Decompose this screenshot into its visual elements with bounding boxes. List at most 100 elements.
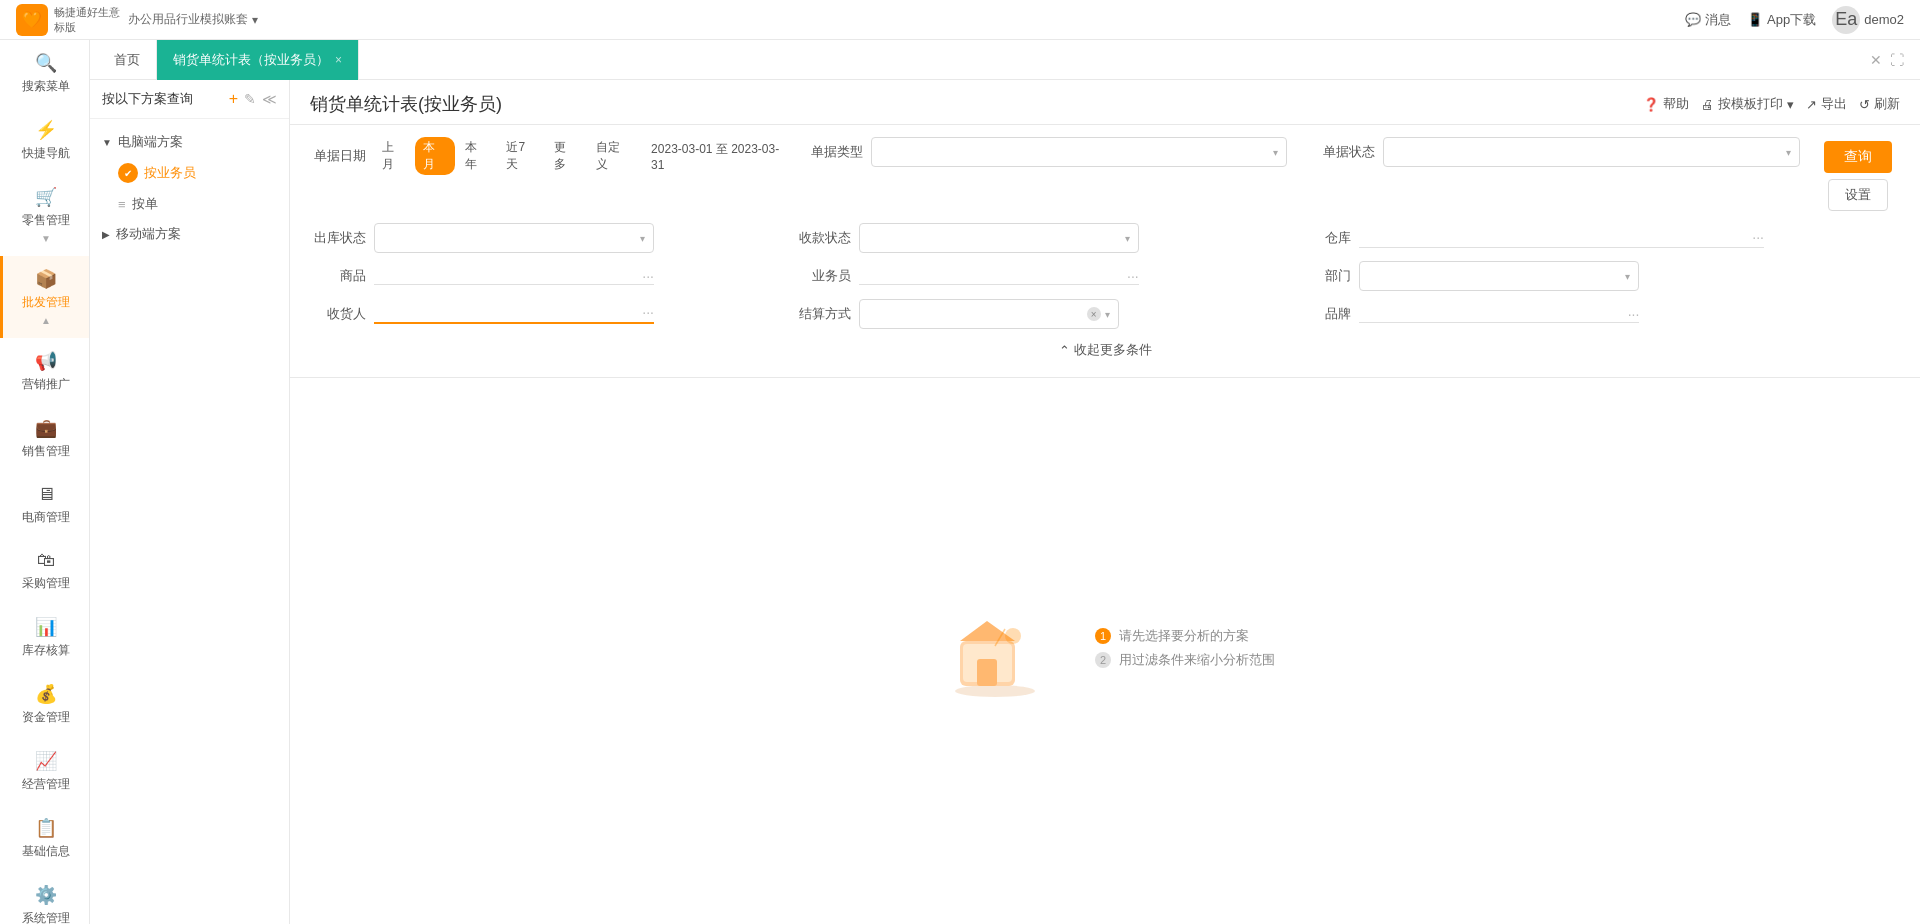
svg-point-0 xyxy=(955,685,1035,697)
scheme-by-order[interactable]: ≡ 按单 xyxy=(110,189,289,219)
doc-status-label: 单据状态 xyxy=(1319,143,1375,161)
sidebar-item-base-info[interactable]: 📋 基础信息 xyxy=(0,805,89,872)
quick-nav-icon: ⚡ xyxy=(35,119,57,141)
sidebar-item-search-menu[interactable]: 🔍 搜索菜单 xyxy=(0,40,89,107)
content-area: 按以下方案查询 + ✎ ≪ ▼ 电脑端方案 ✔ 按业 xyxy=(90,80,1920,924)
export-button[interactable]: ↗ 导出 xyxy=(1806,95,1847,113)
tree-children-desktop: ✔ 按业务员 ≡ 按单 xyxy=(90,157,289,219)
date-label: 单据日期 xyxy=(310,147,366,165)
sidebar-item-wholesale[interactable]: 📦 批发管理 ▲ xyxy=(0,256,89,338)
tree-node-mobile[interactable]: ▶ 移动端方案 xyxy=(90,219,289,249)
print-button[interactable]: 🖨 按模板打印 ▾ xyxy=(1701,95,1794,113)
payment-select[interactable]: × ▾ xyxy=(859,299,1119,329)
out-status-select[interactable]: ▾ xyxy=(374,223,654,253)
date-range: 2023-03-01 至 2023-03-31 xyxy=(651,141,791,172)
tab-close-icon[interactable]: × xyxy=(335,53,342,67)
refresh-icon: ↺ xyxy=(1859,97,1870,112)
print-icon: 🖨 xyxy=(1701,97,1714,112)
collapse-filter-button[interactable]: ⌃ 收起更多条件 xyxy=(1039,335,1172,365)
brand-dots[interactable]: ··· xyxy=(1628,306,1640,322)
scheme-panel-actions: + ✎ ≪ xyxy=(229,90,277,108)
tree-node-desktop[interactable]: ▼ 电脑端方案 xyxy=(90,127,289,157)
export-icon: ↗ xyxy=(1806,97,1817,112)
salesperson-dots[interactable]: ··· xyxy=(1127,268,1139,284)
doc-type-select[interactable]: ▾ xyxy=(871,137,1288,167)
top-bar: 🧡 畅捷通好生意 标版 办公用品行业模拟账套 ▾ 💬 消息 📱 App下载 Ea… xyxy=(0,0,1920,40)
scheme-badge: ✔ xyxy=(118,163,138,183)
warehouse-dots[interactable]: ··· xyxy=(1752,229,1764,245)
dept-chevron-icon: ▾ xyxy=(1625,271,1630,282)
payment-chevron-icon: ▾ xyxy=(1105,309,1110,320)
message-button[interactable]: 💬 消息 xyxy=(1685,11,1731,29)
system-icon: ⚙️ xyxy=(35,884,57,906)
scheme-tree: ▼ 电脑端方案 ✔ 按业务员 ≡ 按单 ▶ xyxy=(90,119,289,257)
logo-icon: 🧡 xyxy=(16,4,48,36)
app-download-button[interactable]: 📱 App下载 xyxy=(1747,11,1816,29)
payment-label: 结算方式 xyxy=(795,305,851,323)
scheme-panel: 按以下方案查询 + ✎ ≪ ▼ 电脑端方案 ✔ 按业 xyxy=(90,80,290,924)
top-bar-right: 💬 消息 📱 App下载 Ea demo2 xyxy=(1685,6,1904,34)
tab-bar: 首页 销货单统计表（按业务员） × ✕ ⛶ xyxy=(90,40,1920,80)
page-title: 销货单统计表(按业务员) xyxy=(310,92,502,116)
collapse-scheme-button[interactable]: ≪ xyxy=(262,91,277,107)
step1-num: 1 xyxy=(1095,628,1111,644)
sidebar-item-system[interactable]: ⚙️ 系统管理 xyxy=(0,872,89,924)
tab-current[interactable]: 销货单统计表（按业务员） × xyxy=(157,40,359,80)
sidebar-item-quick-nav[interactable]: ⚡ 快捷导航 xyxy=(0,107,89,174)
consignee-dots[interactable]: ··· xyxy=(642,304,654,320)
finance-icon: 💰 xyxy=(35,683,57,705)
payment-clear-icon[interactable]: × xyxy=(1087,307,1101,321)
marketing-icon: 📢 xyxy=(35,350,57,372)
settings-button[interactable]: 设置 xyxy=(1828,179,1888,211)
tab-home[interactable]: 首页 xyxy=(98,40,157,80)
empty-text: 1 请先选择要分析的方案 2 用过滤条件来缩小分析范围 xyxy=(1095,627,1275,675)
date-tab-this-year[interactable]: 本年 xyxy=(457,137,496,175)
scheme-by-salesperson[interactable]: ✔ 按业务员 xyxy=(110,157,289,189)
main-content: 销货单统计表(按业务员) ❓ 帮助 🖨 按模板打印 ▾ ↗ xyxy=(290,80,1920,924)
order-icon: ≡ xyxy=(118,197,126,212)
svg-rect-4 xyxy=(977,659,997,686)
collect-status-select[interactable]: ▾ xyxy=(859,223,1139,253)
doc-type-label: 单据类型 xyxy=(807,143,863,161)
filter-area: 单据日期 上月 本月 本年 近7天 更多 自定义 20 xyxy=(290,125,1920,378)
retail-icon: 🛒 xyxy=(35,186,57,208)
sidebar-item-finance[interactable]: 💰 资金管理 xyxy=(0,671,89,738)
goods-dots[interactable]: ··· xyxy=(642,268,654,284)
date-tab-last-month[interactable]: 上月 xyxy=(374,137,413,175)
date-tab-this-month[interactable]: 本月 xyxy=(415,137,454,175)
sidebar-item-sales[interactable]: 💼 销售管理 xyxy=(0,405,89,472)
salesperson-label: 业务员 xyxy=(795,267,851,285)
dept-select[interactable]: ▾ xyxy=(1359,261,1639,291)
date-tab-more[interactable]: 更多 xyxy=(546,137,585,175)
refresh-button[interactable]: ↺ 刷新 xyxy=(1859,95,1900,113)
query-button[interactable]: 查询 xyxy=(1824,141,1892,173)
maximize-icon[interactable]: ⛶ xyxy=(1890,52,1904,68)
sidebar-item-ecommerce[interactable]: 🖥 电商管理 xyxy=(0,472,89,538)
date-tab-7days[interactable]: 近7天 xyxy=(498,137,544,175)
account-dropdown[interactable]: 办公用品行业模拟账套 ▾ xyxy=(128,11,258,28)
download-icon: 📱 xyxy=(1747,12,1763,27)
message-icon: 💬 xyxy=(1685,12,1701,27)
main-layout: 🔍 搜索菜单 ⚡ 快捷导航 🛒 零售管理 ▼ 📦 批发管理 ▲ 📢 营销推广 💼… xyxy=(0,40,1920,924)
chevron-down-icon: ▾ xyxy=(1273,147,1278,158)
doc-status-select[interactable]: ▾ xyxy=(1383,137,1800,167)
dept-label: 部门 xyxy=(1295,267,1351,285)
help-button[interactable]: ❓ 帮助 xyxy=(1643,95,1689,113)
sidebar: 🔍 搜索菜单 ⚡ 快捷导航 🛒 零售管理 ▼ 📦 批发管理 ▲ 📢 营销推广 💼… xyxy=(0,40,90,924)
sidebar-item-retail[interactable]: 🛒 零售管理 ▼ xyxy=(0,174,89,256)
logo-area: 🧡 畅捷通好生意 标版 xyxy=(16,4,120,36)
scheme-panel-header: 按以下方案查询 + ✎ ≪ xyxy=(90,80,289,119)
sidebar-item-inventory[interactable]: 📊 库存核算 xyxy=(0,604,89,671)
user-menu[interactable]: Ea demo2 xyxy=(1832,6,1904,34)
sidebar-item-marketing[interactable]: 📢 营销推广 xyxy=(0,338,89,405)
sidebar-item-purchase[interactable]: 🛍 采购管理 xyxy=(0,538,89,604)
page-header: 销货单统计表(按业务员) ❓ 帮助 🖨 按模板打印 ▾ ↗ xyxy=(290,80,1920,125)
avatar: Ea xyxy=(1832,6,1860,34)
close-window-icon[interactable]: ✕ xyxy=(1870,52,1882,68)
date-tab-custom[interactable]: 自定义 xyxy=(588,137,639,175)
date-tabs: 上月 本月 本年 近7天 更多 自定义 xyxy=(374,137,639,175)
add-scheme-button[interactable]: + xyxy=(229,90,238,108)
empty-state: 1 请先选择要分析的方案 2 用过滤条件来缩小分析范围 xyxy=(290,378,1920,924)
sidebar-item-operations[interactable]: 📈 经营管理 xyxy=(0,738,89,805)
edit-scheme-button[interactable]: ✎ xyxy=(244,91,256,107)
